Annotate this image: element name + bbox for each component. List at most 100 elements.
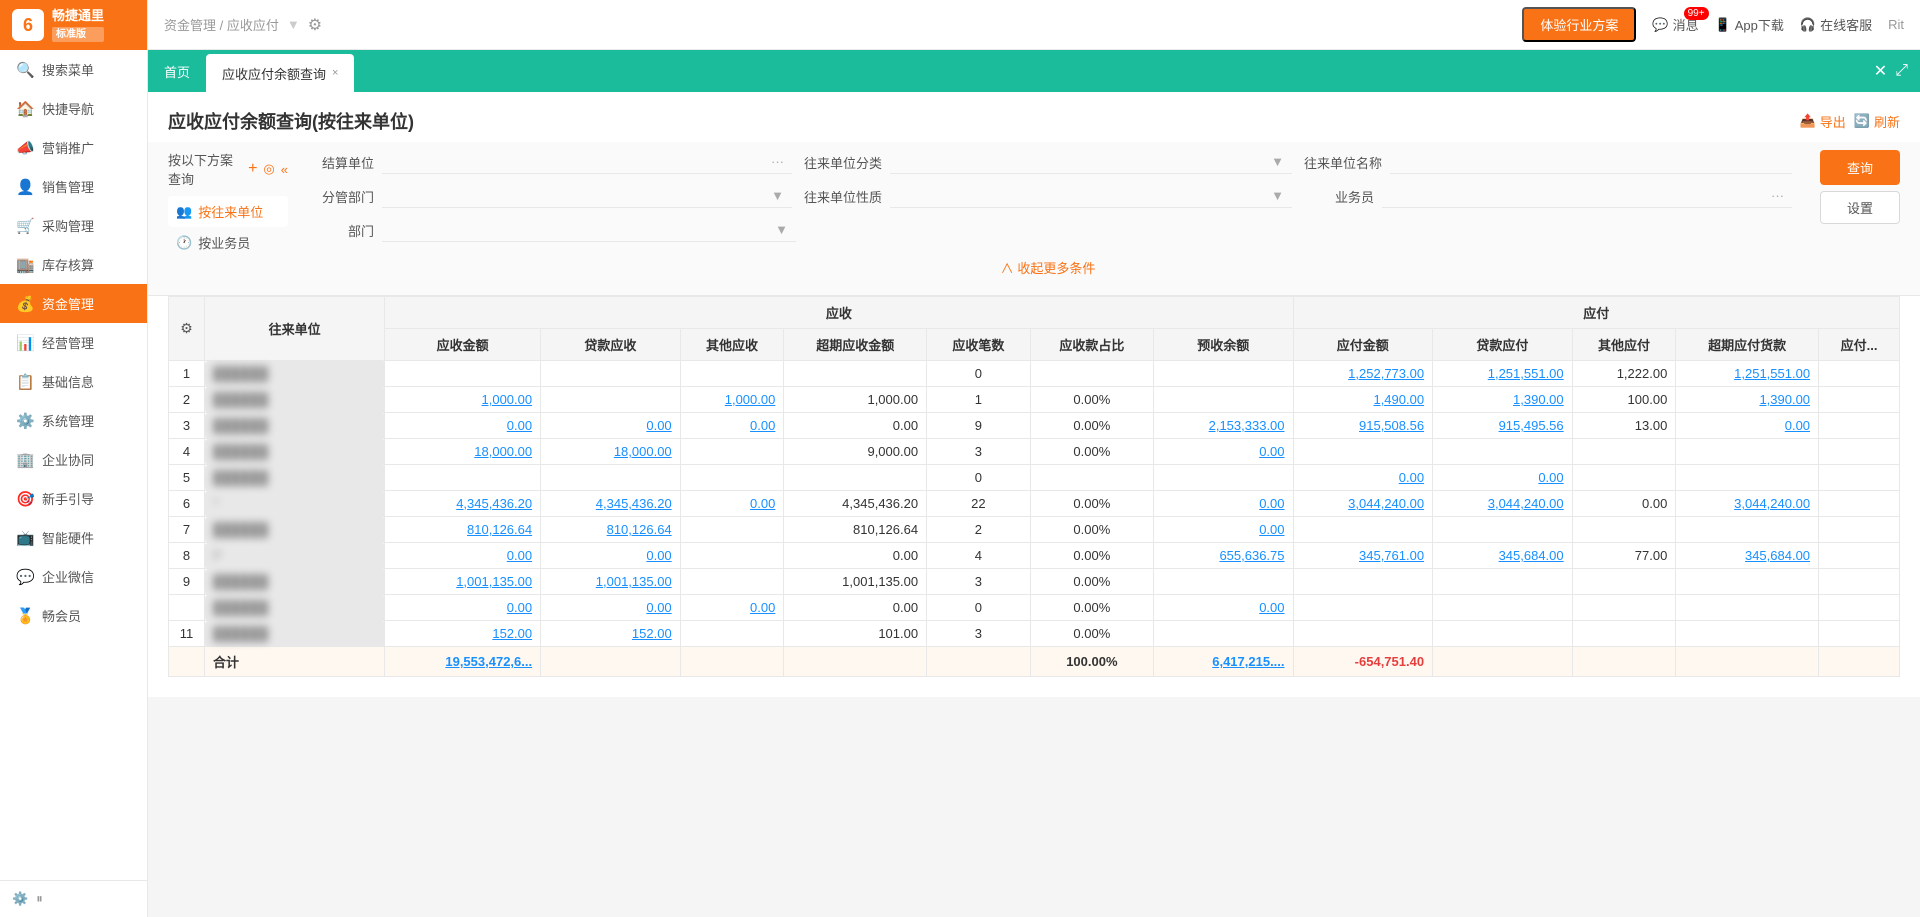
export-button[interactable]: 📤 导出 [1800, 112, 1846, 131]
tab-home[interactable]: 首页 [148, 50, 206, 92]
sidebar-item-quick-nav[interactable]: 🏠 快捷导航 [0, 89, 147, 128]
collapse-label: 收起更多条件 [1017, 261, 1095, 276]
salesman-label: 业务员 [1304, 187, 1374, 206]
gear-icon[interactable]: ⚙ [308, 15, 322, 35]
col-group-receivable: 应收 [385, 297, 1293, 329]
table-row: 5██████00.000.00 [169, 465, 1900, 491]
sidebar-collapse-icon[interactable]: ⏸ [36, 891, 43, 907]
tab-ar-ap-label: 应收应付余额查询 [222, 64, 326, 83]
refresh-label: 刷新 [1874, 112, 1900, 131]
col-receivable-count: 应收笔数 [927, 329, 1031, 361]
total-other-payable [1572, 647, 1676, 677]
chevron-down-icon: ▼ [287, 17, 300, 32]
table-row: 3██████0.000.000.000.0090.00%2,153,333.0… [169, 413, 1900, 439]
department-select[interactable]: ▼ [382, 218, 796, 242]
sidebar-label-sales: 销售管理 [42, 177, 94, 196]
breadcrumb: 资金管理 / 应收应付 [164, 15, 279, 34]
refresh-button[interactable]: 🔄 刷新 [1854, 112, 1900, 131]
total-overdue-receivable [784, 647, 927, 677]
add-filter-icon[interactable]: + [248, 160, 257, 178]
col-prepaid-balance: 预收余额 [1153, 329, 1293, 361]
filter-by-customer[interactable]: 👥 按往来单位 [168, 196, 288, 227]
table-settings-button[interactable]: ⚙ [180, 320, 193, 337]
col-overdue-receivable: 超期应收金额 [784, 329, 927, 361]
sidebar-item-marketing[interactable]: 📣 营销推广 [0, 128, 147, 167]
sidebar: 6 畅捷通里 标准版 🔍 搜索菜单 🏠 快捷导航 📣 营销推广 👤 销售管理 🛒… [0, 0, 148, 917]
sidebar-label-search: 搜索菜单 [42, 60, 94, 79]
customer-service-button[interactable]: 🎧 在线客服 [1800, 15, 1872, 34]
filter-settlement-unit: 结算单位 ··· [304, 150, 792, 174]
filter-by-salesman[interactable]: 🕐 按业务员 [168, 227, 288, 258]
data-table: ⚙ 往来单位 应收 应付 应收金额 贷款应收 其他应收 超期应收金额 应收笔数 [168, 296, 1900, 677]
sidebar-item-basic-info[interactable]: 📋 基础信息 [0, 362, 147, 401]
app-download-label: App下载 [1735, 15, 1784, 34]
tab-ar-ap[interactable]: 应收应付余额查询 × [206, 54, 354, 92]
sidebar-label-wechat: 企业微信 [42, 567, 94, 586]
filter-target-icon[interactable]: ◎ [263, 161, 274, 177]
sidebar-label-purchase: 采购管理 [42, 216, 94, 235]
col-group-payable: 应付 [1293, 297, 1899, 329]
sidebar-item-operations[interactable]: 📊 经营管理 [0, 323, 147, 362]
dept-manager-select[interactable]: ▼ [382, 184, 792, 208]
sidebar-item-hardware[interactable]: 📺 智能硬件 [0, 518, 147, 557]
partner-name-input[interactable] [1390, 150, 1792, 174]
chat-icon: 💬 [16, 568, 34, 586]
department-label: 部门 [304, 221, 374, 240]
total-prepaid-balance[interactable]: 6,417,215.... [1153, 647, 1293, 677]
right-button-group: 查询 设置 [1820, 150, 1900, 283]
total-other-receivable [680, 647, 784, 677]
messages-button[interactable]: 💬 消息 99+ [1652, 15, 1698, 34]
building-icon: 🏢 [16, 451, 34, 469]
maximize-icon[interactable]: ⤢ [1895, 62, 1908, 80]
settings-icon: ⚙️ [16, 412, 34, 430]
target-icon: 🎯 [16, 490, 34, 508]
sidebar-label-member: 畅会员 [42, 606, 81, 625]
sidebar-item-member[interactable]: 🏅 畅会员 [0, 596, 147, 635]
sidebar-item-sales[interactable]: 👤 销售管理 [0, 167, 147, 206]
sidebar-label-guide: 新手引导 [42, 489, 94, 508]
sidebar-item-guide[interactable]: 🎯 新手引导 [0, 479, 147, 518]
filter-by-salesman-label: 按业务员 [198, 233, 250, 252]
close-window-icon[interactable]: ✕ [1874, 61, 1887, 81]
user-account[interactable]: Rit [1888, 17, 1904, 32]
col-payable-amount: 应付金额 [1293, 329, 1433, 361]
table-row: 1██████01,252,773.001,251,551.001,222.00… [169, 361, 1900, 387]
filter-department: 部门 ▼ [304, 218, 796, 242]
sidebar-item-system[interactable]: ⚙️ 系统管理 [0, 401, 147, 440]
sidebar-item-purchase[interactable]: 🛒 采购管理 [0, 206, 147, 245]
sidebar-settings-icon[interactable]: ⚙️ [12, 891, 28, 907]
collapse-filter-button[interactable]: ∧ 收起更多条件 [304, 252, 1792, 283]
settlement-unit-input[interactable]: ··· [382, 150, 792, 174]
filter-collapse-icon[interactable]: « [281, 162, 288, 177]
total-receivable-amount[interactable]: 19,553,472,6... [385, 647, 541, 677]
col-overdue-payable: 超期应付货款 [1676, 329, 1819, 361]
settings-button[interactable]: 设置 [1820, 191, 1900, 224]
filter-area: 按以下方案查询 + ◎ « 👥 按往来单位 🕐 按业务员 [148, 142, 1920, 296]
sidebar-item-search[interactable]: 🔍 搜索菜单 [0, 50, 147, 89]
total-overdue-payable [1676, 647, 1819, 677]
filter-fields: 结算单位 ··· 往来单位分类 ▼ [304, 150, 1792, 283]
finance-icon: 💰 [16, 295, 34, 313]
query-button[interactable]: 查询 [1820, 150, 1900, 185]
page-inner: 应收应付余额查询(按往来单位) 📤 导出 🔄 刷新 [148, 92, 1920, 697]
chevron-up-icon: ∧ [1001, 261, 1014, 276]
partner-category-select[interactable]: ▼ [890, 150, 1292, 174]
topbar: 资金管理 / 应收应付 ▼ ⚙ 体验行业方案 💬 消息 99+ 📱 App下载 … [148, 0, 1920, 50]
tab-close-icon[interactable]: × [332, 67, 338, 79]
dept-manager-label: 分管部门 [304, 187, 374, 206]
col-other-receivable: 其他应收 [680, 329, 784, 361]
medal-icon: 🏅 [16, 607, 34, 625]
table-row: 2██████1,000.001,000.001,000.0010.00%1,4… [169, 387, 1900, 413]
salesman-input[interactable]: ··· [1382, 184, 1792, 208]
topbar-nav: 资金管理 / 应收应付 ▼ ⚙ [164, 15, 1506, 35]
tab-home-label: 首页 [164, 62, 190, 81]
sidebar-item-finance[interactable]: 💰 资金管理 [0, 284, 147, 323]
page-content: 应收应付余额查询(按往来单位) 📤 导出 🔄 刷新 [148, 92, 1920, 917]
promo-button[interactable]: 体验行业方案 [1522, 7, 1636, 42]
message-icon: 💬 [1652, 17, 1668, 33]
partner-nature-select[interactable]: ▼ [890, 184, 1292, 208]
sidebar-item-enterprise[interactable]: 🏢 企业协同 [0, 440, 147, 479]
sidebar-item-inventory[interactable]: 🏬 库存核算 [0, 245, 147, 284]
sidebar-item-wechat[interactable]: 💬 企业微信 [0, 557, 147, 596]
app-download-button[interactable]: 📱 App下载 [1715, 15, 1784, 34]
